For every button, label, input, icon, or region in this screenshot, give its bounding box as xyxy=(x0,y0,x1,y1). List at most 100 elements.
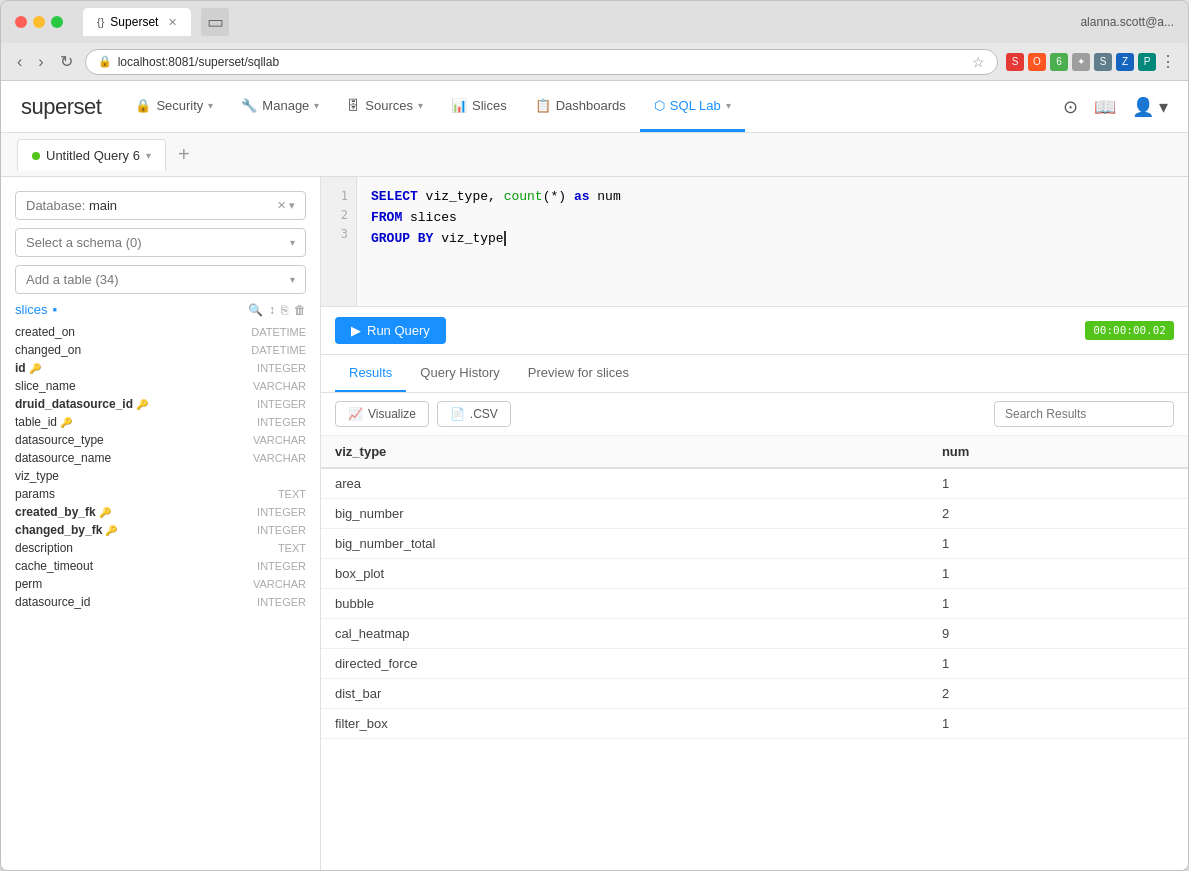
user-icon-button[interactable]: 👤 ▾ xyxy=(1132,96,1168,118)
table-row: directed_force 1 xyxy=(321,649,1188,679)
column-row: datasource_name VARCHAR xyxy=(15,449,306,467)
run-query-button[interactable]: ▶ Run Query xyxy=(335,317,446,344)
key-icon: 🔑 xyxy=(99,507,111,518)
nav-menu: 🔒 Security ▾ 🔧 Manage ▾ 🗄 Sources ▾ 📊 Sl… xyxy=(121,81,1063,132)
column-name: changed_on xyxy=(15,343,81,357)
database-select[interactable]: Database: main ✕ ▾ xyxy=(15,191,306,220)
sqllab-icon: ⬡ xyxy=(654,98,665,113)
column-row: id 🔑 INTEGER xyxy=(15,359,306,377)
line-numbers: 1 2 3 xyxy=(321,177,357,306)
column-row: perm VARCHAR xyxy=(15,575,306,593)
column-name: datasource_name xyxy=(15,451,111,465)
table-select[interactable]: Add a table (34) ▾ xyxy=(15,265,306,294)
schema-select[interactable]: Select a schema (0) ▾ xyxy=(15,228,306,257)
address-bar[interactable]: 🔒 localhost:8081/superset/sqllab ☆ xyxy=(85,49,998,75)
github-icon-button[interactable]: ⊙ xyxy=(1063,96,1078,118)
cell-num: 1 xyxy=(928,468,1188,499)
column-row: druid_datasource_id 🔑 INTEGER xyxy=(15,395,306,413)
column-name: viz_type xyxy=(15,469,59,483)
ext-icon-4: ✦ xyxy=(1072,53,1090,71)
ext-icon-6: Z xyxy=(1116,53,1134,71)
nav-item-dashboards[interactable]: 📋 Dashboards xyxy=(521,81,640,132)
search-results-input[interactable] xyxy=(994,401,1174,427)
table-row: area 1 xyxy=(321,468,1188,499)
nav-slices-label: Slices xyxy=(472,98,507,113)
tab-results[interactable]: Results xyxy=(335,355,406,392)
cell-viz_type: bubble xyxy=(321,589,928,619)
new-tab-button[interactable]: ▭ xyxy=(201,8,229,36)
visualize-button[interactable]: 📈 Visualize xyxy=(335,401,429,427)
chart-icon: 📈 xyxy=(348,407,363,421)
close-btn[interactable] xyxy=(15,16,27,28)
key-icon: 🔑 xyxy=(105,525,117,536)
extensions-overflow[interactable]: ⋮ xyxy=(1160,52,1176,71)
table-row: filter_box 1 xyxy=(321,709,1188,739)
column-type: VARCHAR xyxy=(253,452,306,464)
maximize-btn[interactable] xyxy=(51,16,63,28)
browser-tab[interactable]: {} Superset ✕ xyxy=(83,8,191,36)
table-row: cal_heatmap 9 xyxy=(321,619,1188,649)
forward-button[interactable]: › xyxy=(34,51,47,73)
add-query-tab-button[interactable]: + xyxy=(170,143,198,166)
nav-item-slices[interactable]: 📊 Slices xyxy=(437,81,521,132)
cell-num: 1 xyxy=(928,559,1188,589)
refresh-button[interactable]: ↻ xyxy=(56,50,77,73)
key-icon: 🔑 xyxy=(29,363,41,374)
delete-table-icon[interactable]: 🗑 xyxy=(294,303,306,317)
csv-button[interactable]: 📄 .CSV xyxy=(437,401,511,427)
sources-caret-icon: ▾ xyxy=(418,100,423,111)
cell-viz_type: filter_box xyxy=(321,709,928,739)
tab-close-icon[interactable]: ✕ xyxy=(168,16,177,29)
back-button[interactable]: ‹ xyxy=(13,51,26,73)
cell-viz_type: directed_force xyxy=(321,649,928,679)
ext-icon-7: P xyxy=(1138,53,1156,71)
code-content[interactable]: SELECT viz_type, count(*) as num FROM sl… xyxy=(357,177,1188,306)
column-row: created_by_fk 🔑 INTEGER xyxy=(15,503,306,521)
manage-caret-icon: ▾ xyxy=(314,100,319,111)
column-name: datasource_id xyxy=(15,595,90,609)
user-account: alanna.scott@a... xyxy=(1080,15,1174,29)
run-icon: ▶ xyxy=(351,323,361,338)
app-content: superset 🔒 Security ▾ 🔧 Manage ▾ 🗄 Sourc… xyxy=(1,81,1188,870)
column-name: cache_timeout xyxy=(15,559,93,573)
column-row: params TEXT xyxy=(15,485,306,503)
nav-item-manage[interactable]: 🔧 Manage ▾ xyxy=(227,81,333,132)
results-table: viz_type num area 1 big_number 2 big_num… xyxy=(321,436,1188,739)
docs-icon-button[interactable]: 📖 xyxy=(1094,96,1116,118)
query-tab-0[interactable]: Untitled Query 6 ▾ xyxy=(17,139,166,171)
minimize-btn[interactable] xyxy=(33,16,45,28)
column-name: id 🔑 xyxy=(15,361,41,375)
code-editor[interactable]: 1 2 3 SELECT viz_type, count(*) as num F… xyxy=(321,177,1188,307)
column-name: perm xyxy=(15,577,42,591)
nav-item-security[interactable]: 🔒 Security ▾ xyxy=(121,81,227,132)
column-type: DATETIME xyxy=(251,344,306,356)
col-header-viz_type[interactable]: viz_type xyxy=(321,436,928,468)
nav-item-sqllab[interactable]: ⬡ SQL Lab ▾ xyxy=(640,81,745,132)
csv-label: .CSV xyxy=(470,407,498,421)
column-row: changed_by_fk 🔑 INTEGER xyxy=(15,521,306,539)
database-label: Database: main xyxy=(26,198,117,213)
bookmark-icon[interactable]: ☆ xyxy=(972,54,985,70)
table-row: bubble 1 xyxy=(321,589,1188,619)
database-select-arrows: ✕ ▾ xyxy=(277,199,295,212)
tab-query-history[interactable]: Query History xyxy=(406,355,513,392)
table-collapse-icon[interactable]: ▪ xyxy=(53,302,58,317)
copy-table-icon[interactable]: ⎘ xyxy=(281,303,288,317)
col-header-num[interactable]: num xyxy=(928,436,1188,468)
tab-preview-slices[interactable]: Preview for slices xyxy=(514,355,643,392)
brand-logo: superset xyxy=(21,94,101,120)
search-table-icon[interactable]: 🔍 xyxy=(248,303,263,317)
column-row: cache_timeout INTEGER xyxy=(15,557,306,575)
tab-caret-icon: ▾ xyxy=(146,150,151,161)
column-name: changed_by_fk 🔑 xyxy=(15,523,117,537)
results-table-wrapper: viz_type num area 1 big_number 2 big_num… xyxy=(321,436,1188,870)
dashboards-icon: 📋 xyxy=(535,98,551,113)
nav-security-label: Security xyxy=(156,98,203,113)
main-layout: Database: main ✕ ▾ Select a schema (0) ▾… xyxy=(1,177,1188,870)
column-name: description xyxy=(15,541,73,555)
column-row: description TEXT xyxy=(15,539,306,557)
line-num-3: 3 xyxy=(329,225,348,244)
sort-table-icon[interactable]: ↕ xyxy=(269,303,275,317)
column-name: params xyxy=(15,487,55,501)
nav-item-sources[interactable]: 🗄 Sources ▾ xyxy=(333,81,437,132)
